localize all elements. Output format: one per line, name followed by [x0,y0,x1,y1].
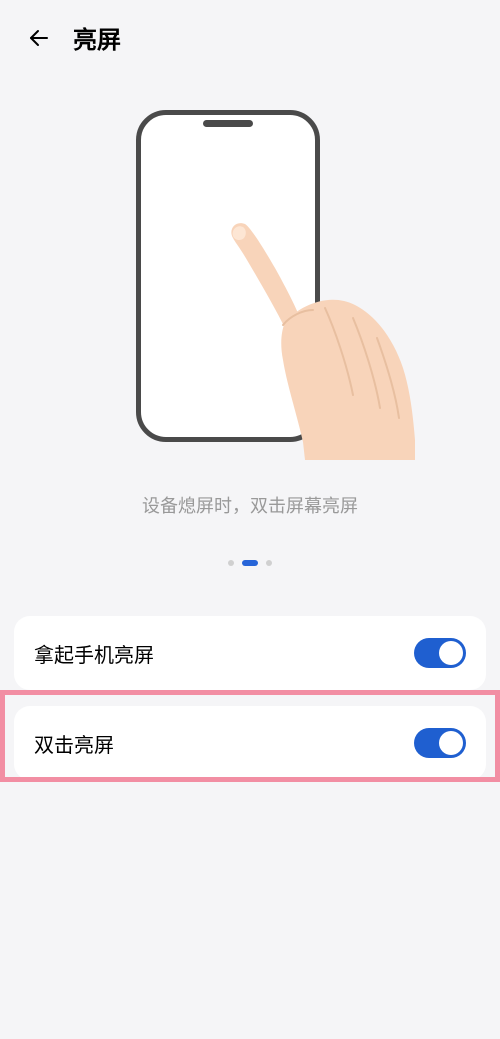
page-dot [228,560,234,566]
setting-label: 拿起手机亮屏 [34,639,154,668]
page-title: 亮屏 [73,20,121,55]
header: 亮屏 [0,0,500,75]
setting-raise-to-wake[interactable]: 拿起手机亮屏 [14,616,486,690]
setting-double-tap-to-wake[interactable]: 双击亮屏 [14,706,486,780]
setting-label: 双击亮屏 [34,729,114,758]
back-icon[interactable] [25,24,53,52]
illustration-hint: 设备熄屏时，双击屏幕亮屏 [142,492,358,518]
hand-icon [225,210,425,460]
page-dot-active [242,560,258,566]
toggle-knob [439,641,463,665]
illustration-area: 设备熄屏时，双击屏幕亮屏 [0,75,500,586]
toggle-raise-to-wake[interactable] [414,638,466,668]
toggle-knob [439,731,463,755]
page-dot [266,560,272,566]
double-tap-illustration [130,110,370,450]
toggle-double-tap-to-wake[interactable] [414,728,466,758]
page-indicator[interactable] [228,560,272,566]
settings-list: 拿起手机亮屏 双击亮屏 [0,616,500,780]
